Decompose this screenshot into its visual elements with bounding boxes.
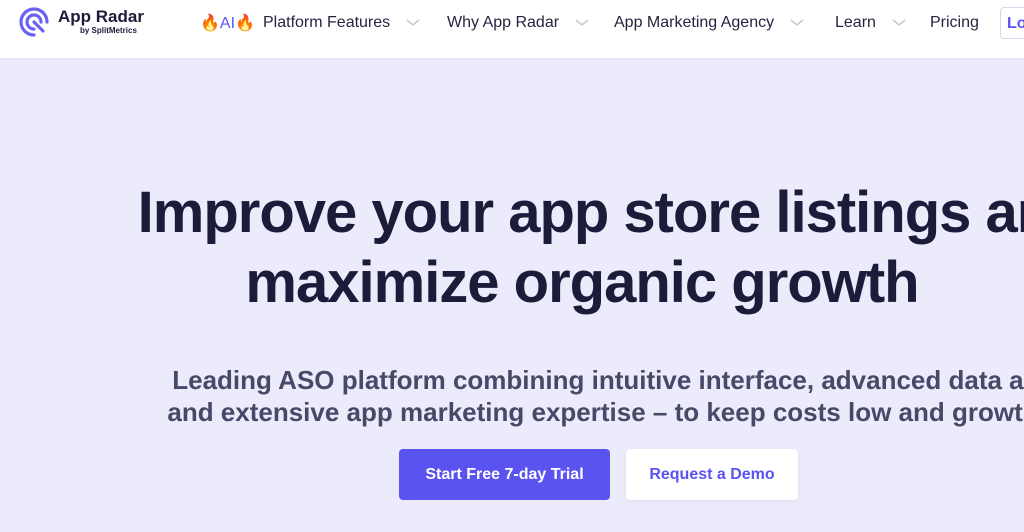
nav-why-app-radar[interactable]: Why App Radar [447, 14, 589, 32]
hero-subtitle-line-2: and extensive app marketing expertise – … [167, 397, 1024, 427]
request-demo-button[interactable]: Request a Demo [626, 449, 798, 500]
logo-subtitle: by SplitMetrics [80, 26, 137, 35]
chevron-down-icon [790, 19, 804, 27]
hero-title-line-1: Improve your app store listings ar [137, 180, 1024, 245]
chevron-down-icon [406, 19, 420, 27]
nav-app-marketing-agency[interactable]: App Marketing Agency [614, 14, 804, 32]
chevron-down-icon [892, 19, 906, 27]
nav-item-label: Learn [835, 14, 876, 31]
logo[interactable]: App Radar by SplitMetrics [18, 6, 144, 38]
nav-platform-features[interactable]: Platform Features [263, 14, 420, 32]
top-nav: App Radar by SplitMetrics 🔥AI🔥 Platform … [0, 0, 1024, 59]
chevron-down-icon [575, 19, 589, 27]
hero-title-line-2: maximize organic growth [245, 250, 919, 315]
nav-item-label: Pricing [930, 14, 979, 31]
radar-logo-icon [19, 7, 49, 37]
nav-item-label: Platform Features [263, 14, 391, 31]
hero-subtitle: Leading ASO platform combining intuitive… [0, 364, 1024, 428]
logo-title: App Radar [58, 7, 144, 26]
nav-pricing[interactable]: Pricing [930, 14, 979, 32]
nav-item-label: Why App Radar [447, 14, 560, 31]
nav-item-label: App Marketing Agency [614, 14, 775, 31]
login-button[interactable]: Lo [1000, 7, 1024, 39]
hero-title: Improve your app store listings ar maxim… [0, 178, 1024, 318]
nav-learn[interactable]: Learn [835, 14, 906, 32]
hero-subtitle-line-1: Leading ASO platform combining intuitive… [172, 365, 1024, 395]
start-free-trial-button[interactable]: Start Free 7-day Trial [399, 449, 610, 500]
nav-ai-link[interactable]: 🔥AI🔥 [200, 13, 255, 33]
